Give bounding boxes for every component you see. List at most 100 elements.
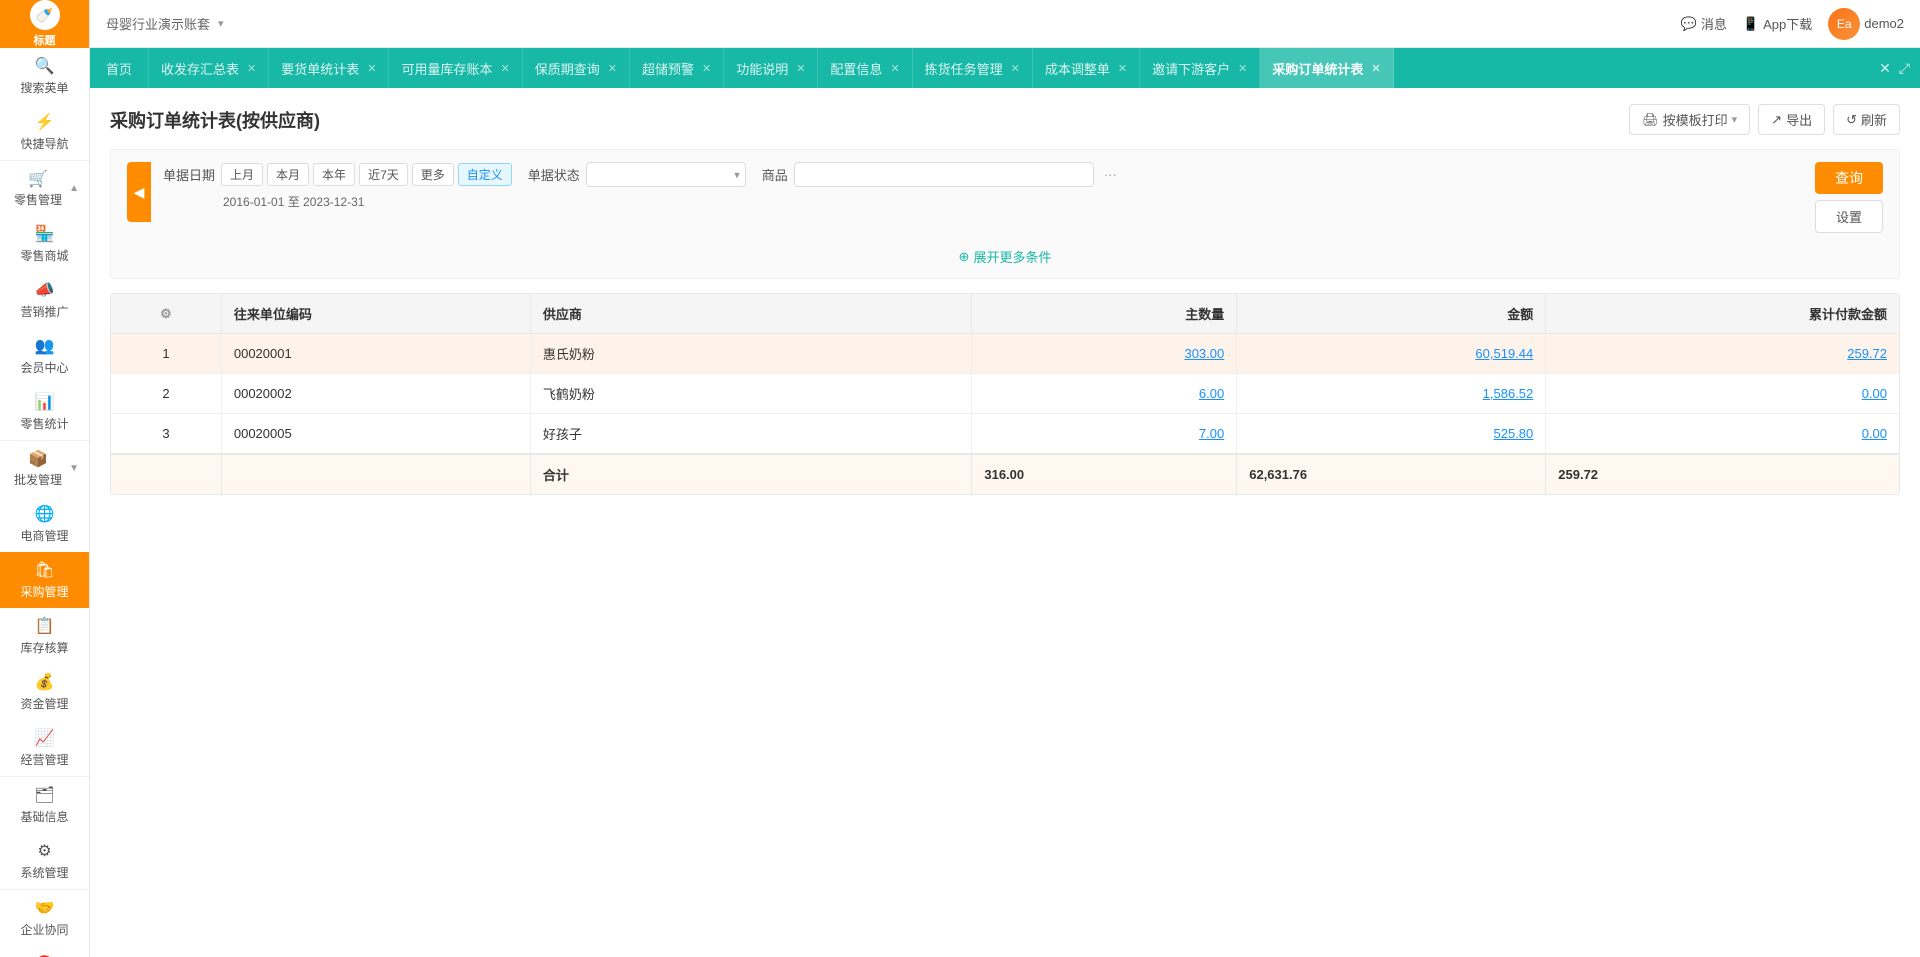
page-title: 采购订单统计表(按供应商) — [110, 107, 320, 133]
table-row[interactable]: 3 00020005 好孩子 7.00 — [111, 414, 1899, 455]
chevron-down-icon: ▼ — [69, 463, 79, 474]
query-button[interactable]: 查询 — [1815, 162, 1883, 194]
chevron-icon: ▲ — [69, 183, 79, 194]
sidebar-item-ecommerce[interactable]: 🌐 电商管理 — [0, 496, 89, 552]
sidebar-item-search[interactable]: 🔍 搜索英单 — [0, 48, 89, 104]
nav-tabs-right: ✕ ⤢ — [1869, 48, 1920, 88]
cell-qty[interactable]: 303.00 — [972, 334, 1237, 374]
tab-close-icon[interactable]: ✕ — [501, 62, 510, 75]
tab-close-all-btn[interactable]: ✕ — [1879, 60, 1891, 77]
cell-amount[interactable]: 525.80 — [1237, 414, 1546, 455]
tab-pick-task[interactable]: 拣货任务管理 ✕ — [913, 48, 1033, 88]
tab-overstock[interactable]: 超储预警 ✕ — [630, 48, 724, 88]
sidebar-item-purchase[interactable]: 🛍 采购管理 — [0, 552, 89, 608]
col-header-gear[interactable]: ⚙ — [111, 294, 221, 334]
tab-close-icon[interactable]: ✕ — [608, 62, 617, 75]
expand-down-icon: ⊕ — [959, 249, 970, 265]
tab-close-icon[interactable]: ✕ — [1011, 62, 1020, 75]
sidebar-item-basic[interactable]: 🗂 基础信息 — [0, 777, 89, 833]
gear-settings-icon[interactable]: ⚙ — [160, 306, 172, 321]
tab-expiry[interactable]: 保质期查询 ✕ — [523, 48, 630, 88]
cell-amount[interactable]: 1,586.52 — [1237, 374, 1546, 414]
workspace-selector[interactable]: 母婴行业演示账套 ▾ — [106, 14, 224, 33]
sidebar-item-marketing[interactable]: 📣 营销推广 — [0, 272, 89, 328]
cell-supplier: 好孩子 — [530, 414, 971, 455]
sidebar-item-retailstat[interactable]: 📊 零售统计 — [0, 384, 89, 440]
cell-code-value: 00020002 — [234, 386, 292, 401]
filter-collapse-btn[interactable]: ◀ — [127, 162, 151, 222]
cell-qty[interactable]: 6.00 — [972, 374, 1237, 414]
tab-close-icon[interactable]: ✕ — [367, 62, 376, 75]
user-profile[interactable]: Ea demo2 — [1828, 8, 1904, 40]
tab-cost-adjust[interactable]: 成本调整单 ✕ — [1033, 48, 1140, 88]
col-paid-label: 累计付款金额 — [1809, 307, 1887, 322]
avatar-text: Ea — [1837, 17, 1852, 31]
sidebar-item-enterprise[interactable]: 🤝 企业协同 — [0, 890, 89, 946]
refresh-button[interactable]: ↺ 刷新 — [1833, 104, 1900, 135]
shortcut-this-month[interactable]: 本月 — [267, 163, 309, 186]
shortcut-7days[interactable]: 近7天 — [359, 163, 408, 186]
filter-row-1: 单据日期 上月 本月 本年 近7天 更多 自定义 — [163, 162, 1803, 187]
messages-label: 消息 — [1701, 14, 1727, 33]
tab-invite[interactable]: 邀请下游客户 ✕ — [1140, 48, 1260, 88]
filter-area: ◀ 单据日期 上月 本月 本年 近7天 更多 — [110, 149, 1900, 279]
tab-close-icon[interactable]: ✕ — [890, 62, 899, 75]
sidebar-item-wholesale[interactable]: 📦 批发管理 ▼ — [0, 441, 89, 496]
tab-close-icon[interactable]: ✕ — [1371, 62, 1380, 75]
shortcut-more[interactable]: 更多 — [412, 163, 454, 186]
cell-qty[interactable]: 7.00 — [972, 414, 1237, 455]
tab-available-stock[interactable]: 可用量库存账本 ✕ — [389, 48, 522, 88]
tab-close-icon[interactable]: ✕ — [796, 62, 805, 75]
footer-row: 合计 316.00 62,631.76 259.72 — [111, 454, 1899, 494]
cell-paid[interactable]: 0.00 — [1546, 374, 1899, 414]
export-button[interactable]: ↗ 导出 — [1758, 104, 1825, 135]
page-actions: 🖨 按模板打印 ▾ ↗ 导出 ↺ 刷新 — [1629, 104, 1900, 135]
cell-amount[interactable]: 60,519.44 — [1237, 334, 1546, 374]
sidebar-item-finance[interactable]: 💰 资金管理 — [0, 664, 89, 720]
sidebar-item-retailshop[interactable]: 🏪 零售商城 — [0, 216, 89, 272]
messages-btn[interactable]: 💬 消息 — [1681, 14, 1727, 33]
tab-config[interactable]: 配置信息 ✕ — [818, 48, 912, 88]
purchase-order-table: ⚙ 往来单位编码 供应商 主数量 — [111, 294, 1899, 494]
status-select[interactable] — [586, 162, 746, 187]
custom-date-tag: 自定义 — [458, 163, 512, 186]
sidebar-item-system[interactable]: ⚙ 系统管理 — [0, 833, 89, 889]
sidebar-item-quicknav[interactable]: ⚡ 快捷导航 — [0, 104, 89, 160]
print-dropdown-icon: ▾ — [1732, 113, 1738, 126]
tab-expand-btn[interactable]: ⤢ — [1899, 60, 1910, 77]
app-download-btn[interactable]: 📱 App下载 — [1743, 14, 1812, 33]
tab-close-icon[interactable]: ✕ — [1118, 62, 1127, 75]
expand-conditions-btn[interactable]: ⊕ 展开更多条件 — [959, 247, 1052, 266]
settings-button[interactable]: 设置 — [1815, 200, 1883, 233]
tab-close-icon[interactable]: ✕ — [247, 62, 256, 75]
ecommerce-icon: 🌐 — [35, 504, 55, 524]
tab-function-desc[interactable]: 功能说明 ✕ — [724, 48, 818, 88]
workspace-label: 母婴行业演示账套 — [106, 14, 210, 33]
tab-close-icon[interactable]: ✕ — [702, 62, 711, 75]
sidebar-item-newguide[interactable]: 🎯 新手引导 — [0, 946, 89, 957]
sidebar-item-operation[interactable]: 📈 经营管理 — [0, 720, 89, 776]
tab-purchase-order-stat[interactable]: 采购订单统计表 ✕ — [1260, 48, 1393, 88]
wholesale-icon: 📦 — [28, 449, 48, 469]
shortcut-this-year[interactable]: 本年 — [313, 163, 355, 186]
tab-receive-summary[interactable]: 收发存汇总表 ✕ — [149, 48, 269, 88]
print-button[interactable]: 🖨 按模板打印 ▾ — [1629, 104, 1750, 135]
tab-close-icon[interactable]: ✕ — [1238, 62, 1247, 75]
data-table: ⚙ 往来单位编码 供应商 主数量 — [110, 293, 1900, 495]
table-row[interactable]: 1 00020001 惠氏奶粉 303.00 — [111, 334, 1899, 374]
table-body: 1 00020001 惠氏奶粉 303.00 — [111, 334, 1899, 455]
sidebar-item-inventory[interactable]: 📋 库存核算 — [0, 608, 89, 664]
sidebar-item-member[interactable]: 👥 会员中心 — [0, 328, 89, 384]
goods-input[interactable] — [794, 162, 1094, 187]
cell-paid[interactable]: 259.72 — [1546, 334, 1899, 374]
shortcut-last-month[interactable]: 上月 — [221, 163, 263, 186]
goods-more-icon[interactable]: ··· — [1104, 167, 1117, 182]
sidebar-item-retail[interactable]: 🛒 零售管理 ▲ — [0, 161, 89, 216]
tab-order-stat[interactable]: 要货单统计表 ✕ — [269, 48, 389, 88]
tab-home-label: 首页 — [106, 59, 132, 78]
cell-code: 00020001 — [221, 334, 530, 374]
tab-home[interactable]: 首页 — [90, 48, 149, 88]
table-row[interactable]: 2 00020002 飞鹤奶粉 6.00 — [111, 374, 1899, 414]
sidebar-item-label: 系统管理 — [20, 864, 68, 881]
cell-paid[interactable]: 0.00 — [1546, 414, 1899, 455]
